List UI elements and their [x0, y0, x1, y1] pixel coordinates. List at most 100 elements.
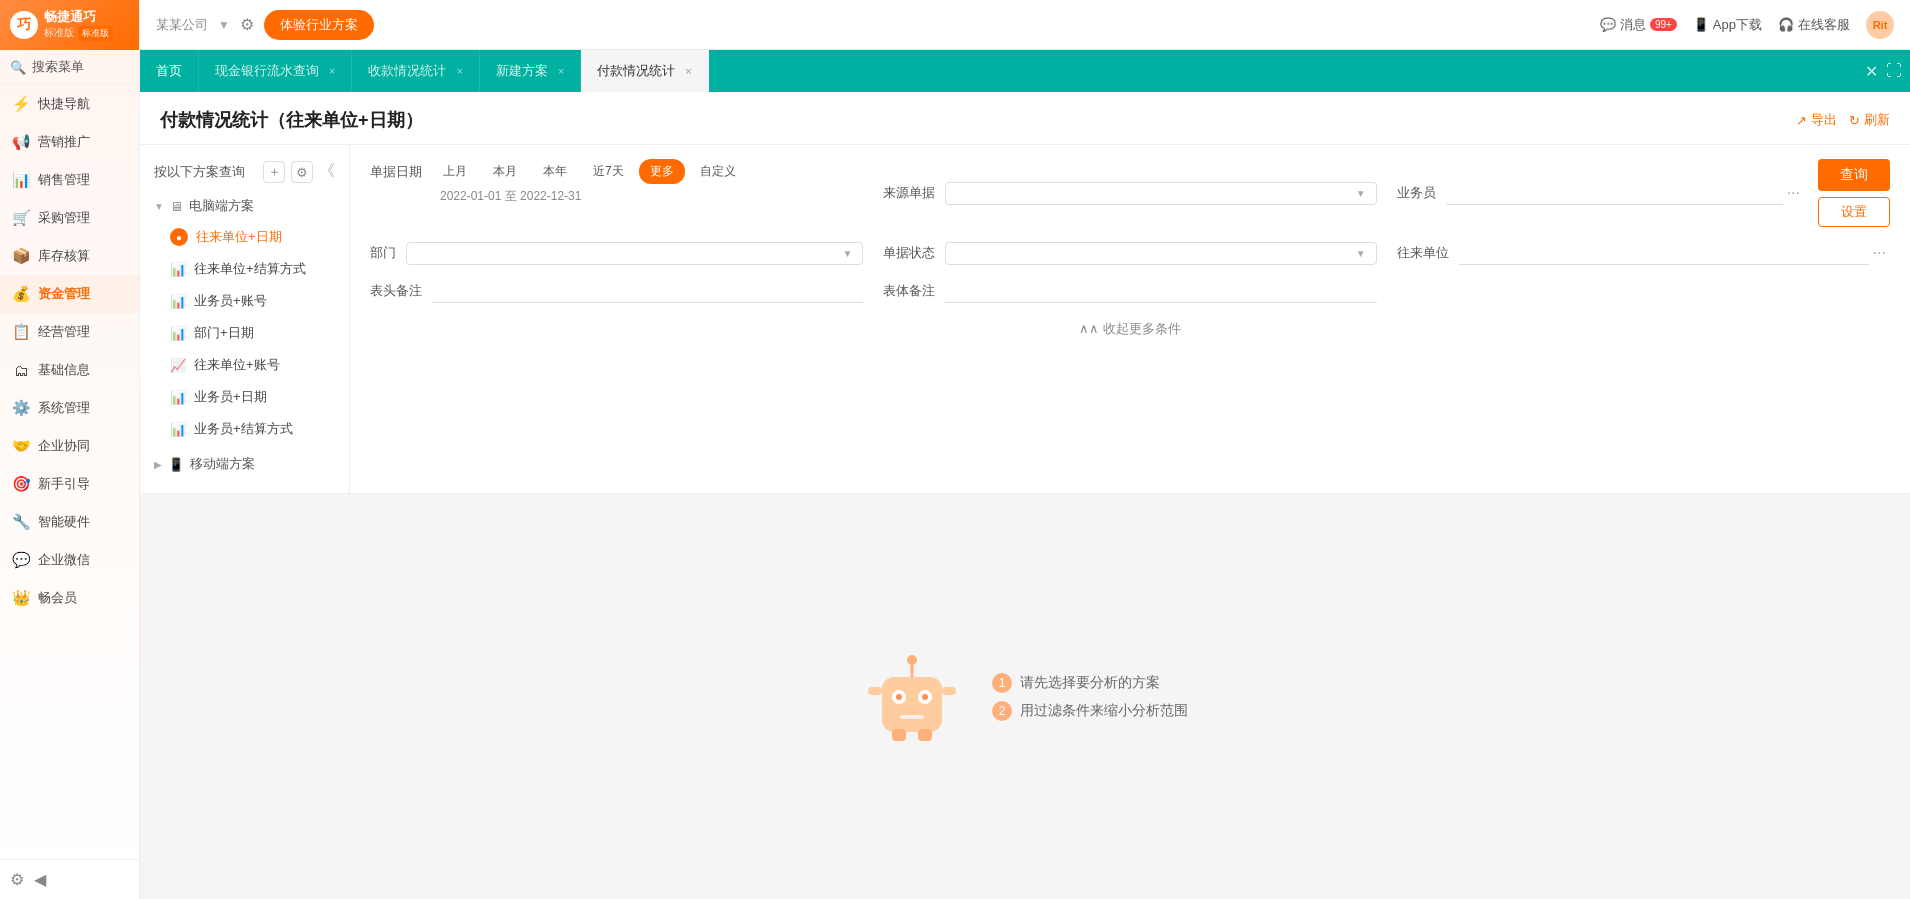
weixin-icon: 💬	[12, 551, 30, 569]
sidebar-item-purchase[interactable]: 🛒 采购管理	[0, 199, 139, 237]
staff-input[interactable]	[1446, 181, 1783, 205]
sidebar-item-marketing[interactable]: 📢 营销推广	[0, 123, 139, 161]
footer-settings-icon[interactable]: ⚙	[10, 870, 24, 889]
collapse-more-button[interactable]: ∧∧ 收起更多条件	[1079, 320, 1181, 338]
sidebar-item-sales[interactable]: 📊 销售管理	[0, 161, 139, 199]
scheme-bar-icon-5: 📊	[170, 422, 186, 437]
refresh-button[interactable]: ↻ 刷新	[1849, 111, 1890, 129]
sidebar-item-finance[interactable]: 💰 资金管理	[0, 275, 139, 313]
sidebar-footer: ⚙ ◀	[0, 859, 139, 899]
service-icon: 🎧	[1778, 17, 1794, 32]
staff-filter-cell: 业务员 ··· 查询 设置	[1397, 159, 1890, 227]
avatar[interactable]: Rit	[1866, 11, 1894, 39]
svg-rect-8	[868, 687, 882, 695]
business-icon: 📋	[12, 323, 30, 341]
page-title: 付款情况统计（往来单位+日期）	[160, 108, 423, 132]
source-select[interactable]: ▼	[945, 182, 1376, 205]
query-button[interactable]: 查询	[1818, 159, 1890, 191]
tab-payment-stat[interactable]: 付款情况统计 ×	[581, 50, 708, 92]
tab-cashflow[interactable]: 现金银行流水查询 ×	[199, 50, 352, 92]
scheme-item-staff-settle[interactable]: 📊 业务员+结算方式	[140, 413, 349, 445]
sidebar-item-inventory[interactable]: 📦 库存核算	[0, 237, 139, 275]
app-download-item[interactable]: 📱 App下载	[1693, 16, 1762, 34]
tab-receivable[interactable]: 收款情况统计 ×	[352, 50, 479, 92]
staff-label: 业务员	[1397, 184, 1436, 202]
sidebar-item-quick-nav[interactable]: ⚡ 快捷导航	[0, 85, 139, 123]
search-menu[interactable]: 🔍 搜索菜单	[0, 50, 139, 85]
svg-rect-10	[892, 729, 906, 741]
partner-input[interactable]	[1459, 241, 1869, 265]
online-service-item[interactable]: 🎧 在线客服	[1778, 16, 1850, 34]
sidebar-item-weixin[interactable]: 💬 企业微信	[0, 541, 139, 579]
logo-icon: 巧	[10, 11, 38, 39]
tab-payment-stat-close[interactable]: ×	[685, 65, 691, 77]
sidebar: 巧 畅捷通巧 标准版 标准版 🔍 搜索菜单 ⚡ 快捷导航 📢 营销推广 📊 销售…	[0, 0, 140, 899]
table-head-note-input[interactable]	[432, 279, 863, 303]
scheme-item-partner-date[interactable]: ● 往来单位+日期	[140, 221, 349, 253]
footer-collapse-icon[interactable]: ◀	[34, 870, 46, 889]
sidebar-item-smart-hardware[interactable]: 🔧 智能硬件	[0, 503, 139, 541]
staff-ellipsis[interactable]: ···	[1783, 184, 1804, 202]
scheme-header: 按以下方案查询 ＋ ⚙ 《	[140, 155, 349, 191]
source-select-arrow-icon: ▼	[1356, 188, 1366, 199]
tab-cashflow-close[interactable]: ×	[329, 65, 335, 77]
tab-new-scheme-close[interactable]: ×	[558, 65, 564, 77]
date-tab-custom[interactable]: 自定义	[689, 159, 747, 184]
scheme-item-partner-settle[interactable]: 📊 往来单位+结算方式	[140, 253, 349, 285]
date-tab-this-month[interactable]: 本月	[482, 159, 528, 184]
scheme-item-partner-account[interactable]: 📈 往来单位+账号	[140, 349, 349, 381]
collapse-scheme-icon[interactable]: 《	[319, 161, 335, 183]
marketing-icon: 📢	[12, 133, 30, 151]
table-body-note-label: 表体备注	[883, 282, 935, 300]
expand-icon[interactable]: ⛶	[1886, 62, 1902, 80]
system-icon: ⚙️	[12, 399, 30, 417]
sidebar-item-basic-info[interactable]: 🗂 基础信息	[0, 351, 139, 389]
refresh-icon: ↻	[1849, 113, 1860, 128]
filter-panel: 按以下方案查询 ＋ ⚙ 《 ▼ 🖥 电脑端方案 ● 往来	[140, 145, 1910, 494]
status-filter-cell: 单据状态 ▼	[883, 241, 1376, 265]
partner-ellipsis[interactable]: ···	[1869, 244, 1890, 262]
desktop-group-arrow-icon: ▼	[154, 201, 164, 212]
date-tab-more[interactable]: 更多	[639, 159, 685, 184]
settings-scheme-icon[interactable]: ⚙	[291, 161, 313, 183]
sidebar-item-business[interactable]: 📋 经营管理	[0, 313, 139, 351]
scheme-item-staff-account[interactable]: 📊 业务员+账号	[140, 285, 349, 317]
scheme-line-icon: 📈	[170, 358, 186, 373]
trial-button[interactable]: 体验行业方案	[264, 10, 374, 40]
messages-item[interactable]: 💬 消息 99+	[1600, 16, 1677, 34]
scheme-sidebar: 按以下方案查询 ＋ ⚙ 《 ▼ 🖥 电脑端方案 ● 往来	[140, 145, 350, 493]
date-tab-this-year[interactable]: 本年	[532, 159, 578, 184]
empty-hints: 1 请先选择要分析的方案 2 用过滤条件来缩小分析范围	[992, 673, 1188, 721]
scheme-item-dept-date[interactable]: 📊 部门+日期	[140, 317, 349, 349]
table-head-note-cell: 表头备注	[370, 279, 863, 303]
scheme-bar-icon-2: 📊	[170, 294, 186, 309]
sidebar-item-newbie[interactable]: 🎯 新手引导	[0, 465, 139, 503]
sidebar-item-member[interactable]: 👑 畅会员	[0, 579, 139, 617]
sidebar-item-company-collab[interactable]: 🤝 企业协同	[0, 427, 139, 465]
dept-select[interactable]: ▼	[406, 242, 863, 265]
date-tab-last-month[interactable]: 上月	[432, 159, 478, 184]
empty-hint-1: 1 请先选择要分析的方案	[992, 673, 1188, 693]
settings-button[interactable]: 设置	[1818, 197, 1890, 227]
hint-num-1: 1	[992, 673, 1012, 693]
add-scheme-icon[interactable]: ＋	[263, 161, 285, 183]
date-tab-7days[interactable]: 近7天	[582, 159, 635, 184]
search-icon: 🔍	[10, 60, 26, 75]
export-button[interactable]: ↗ 导出	[1796, 111, 1837, 129]
quick-nav-icon: ⚡	[12, 95, 30, 113]
mobile-group-title[interactable]: ▶ 📱 移动端方案	[140, 449, 349, 479]
status-select[interactable]: ▼	[945, 242, 1376, 265]
scheme-item-staff-date[interactable]: 📊 业务员+日期	[140, 381, 349, 413]
table-body-note-input[interactable]	[945, 279, 1376, 303]
svg-rect-11	[918, 729, 932, 741]
close-all-tabs-icon[interactable]: ✕	[1865, 62, 1878, 81]
tab-receivable-close[interactable]: ×	[456, 65, 462, 77]
topbar-settings-icon[interactable]: ⚙	[240, 15, 254, 34]
tab-home[interactable]: 首页	[140, 50, 199, 92]
sidebar-header: 巧 畅捷通巧 标准版 标准版	[0, 0, 139, 50]
partner-label: 往来单位	[1397, 244, 1449, 262]
sidebar-item-system[interactable]: ⚙️ 系统管理	[0, 389, 139, 427]
desktop-group-title[interactable]: ▼ 🖥 电脑端方案	[140, 191, 349, 221]
tab-new-scheme[interactable]: 新建方案 ×	[480, 50, 581, 92]
date-tabs: 上月 本月 本年 近7天 更多 自定义	[432, 159, 747, 184]
